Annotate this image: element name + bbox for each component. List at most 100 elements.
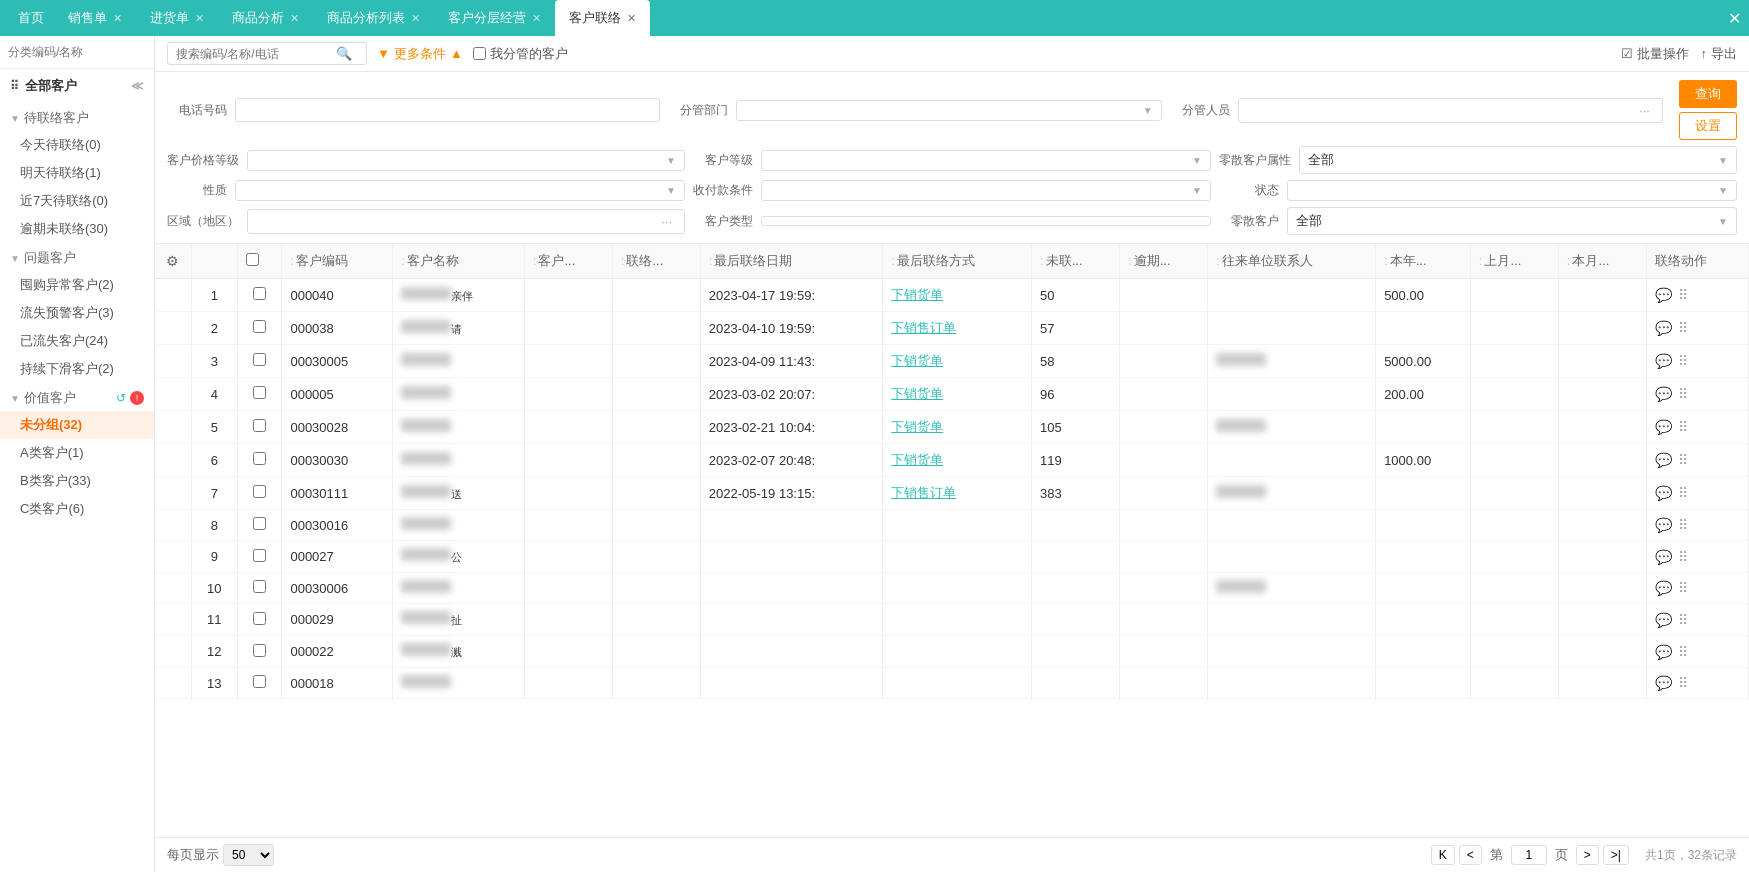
sidebar-search-box[interactable]: 🔍: [0, 36, 154, 69]
message-icon[interactable]: 💬: [1655, 419, 1672, 435]
refresh-icon[interactable]: ↺: [116, 391, 126, 405]
tab-product-list-close[interactable]: ✕: [411, 12, 420, 25]
filter-customer-type-select[interactable]: [761, 216, 1211, 226]
filter-region-ellipsis[interactable]: ···: [657, 214, 676, 229]
tab-customer-tier[interactable]: 客户分层经营 ✕: [434, 0, 555, 36]
last-method-link[interactable]: 下销货单: [891, 353, 943, 368]
last-method-link[interactable]: 下销售订单: [891, 320, 956, 335]
qr-icon[interactable]: ⠿: [1678, 287, 1688, 303]
sidebar-item-churn-warning[interactable]: 流失预警客户(3): [0, 299, 154, 327]
filter-price-level-select[interactable]: ▼: [247, 150, 685, 171]
filter-phone-input[interactable]: [235, 98, 660, 122]
row-checkbox[interactable]: [253, 386, 266, 399]
message-icon[interactable]: 💬: [1655, 386, 1672, 402]
next-page-btn[interactable]: >: [1576, 845, 1599, 865]
th-settings[interactable]: ⚙: [155, 244, 191, 279]
my-customers-filter[interactable]: 我分管的客户: [473, 45, 568, 63]
select-all-checkbox[interactable]: [246, 253, 259, 266]
section-value-customers[interactable]: ▼ 价值客户 ↺ !: [0, 383, 154, 411]
tab-product-list[interactable]: 商品分析列表 ✕: [313, 0, 434, 36]
td-checkbox[interactable]: [238, 510, 282, 541]
row-checkbox[interactable]: [253, 287, 266, 300]
row-checkbox[interactable]: [253, 675, 266, 688]
sidebar-item-abnormal[interactable]: 囤购异常客户(2): [0, 271, 154, 299]
row-checkbox[interactable]: [253, 452, 266, 465]
qr-icon[interactable]: ⠿: [1678, 320, 1688, 336]
message-icon[interactable]: 💬: [1655, 644, 1672, 660]
td-checkbox[interactable]: [238, 312, 282, 345]
row-checkbox[interactable]: [253, 549, 266, 562]
qr-icon[interactable]: ⠿: [1678, 517, 1688, 533]
tab-home[interactable]: 首页: [8, 0, 54, 36]
filter-payment-select[interactable]: ▼: [761, 180, 1211, 201]
qr-icon[interactable]: ⠿: [1678, 353, 1688, 369]
qr-icon[interactable]: ⠿: [1678, 675, 1688, 691]
sidebar-item-class-c[interactable]: C类客户(6): [0, 495, 154, 523]
row-checkbox[interactable]: [253, 644, 266, 657]
td-checkbox[interactable]: [238, 668, 282, 699]
last-method-link[interactable]: 下销货单: [891, 386, 943, 401]
last-method-link[interactable]: 下销货单: [891, 419, 943, 434]
my-customers-checkbox[interactable]: [473, 47, 486, 60]
sidebar-item-declining[interactable]: 持续下滑客户(2): [0, 355, 154, 383]
last-method-link[interactable]: 下销货单: [891, 287, 943, 302]
last-method-link[interactable]: 下销售订单: [891, 485, 956, 500]
row-checkbox[interactable]: [253, 612, 266, 625]
qr-icon[interactable]: ⠿: [1678, 419, 1688, 435]
row-checkbox[interactable]: [253, 320, 266, 333]
tab-product-analysis[interactable]: 商品分析 ✕: [218, 0, 313, 36]
td-checkbox[interactable]: [238, 411, 282, 444]
message-icon[interactable]: 💬: [1655, 353, 1672, 369]
sidebar-item-unclassified[interactable]: 未分组(32): [0, 411, 154, 439]
tab-customer-tier-close[interactable]: ✕: [532, 12, 541, 25]
sidebar-item-overdue[interactable]: 逾期未联络(30): [0, 215, 154, 243]
page-size-select-input[interactable]: 50 100 200: [223, 844, 274, 866]
filter-region-select[interactable]: ···: [247, 209, 685, 234]
qr-icon[interactable]: ⠿: [1678, 386, 1688, 402]
sidebar-all-customers[interactable]: ⠿ 全部客户 ≪: [0, 69, 154, 103]
sidebar-item-today[interactable]: 今天待联络(0): [0, 131, 154, 159]
section-problem-customers[interactable]: ▼ 问题客户: [0, 243, 154, 271]
qr-icon[interactable]: ⠿: [1678, 612, 1688, 628]
td-checkbox[interactable]: [238, 444, 282, 477]
message-icon[interactable]: 💬: [1655, 517, 1672, 533]
sidebar-item-class-a[interactable]: A类客户(1): [0, 439, 154, 467]
prev-page-btn[interactable]: <: [1459, 845, 1482, 865]
filter-status-select[interactable]: ▼: [1287, 180, 1737, 201]
query-button[interactable]: 查询: [1679, 80, 1737, 108]
tab-sales[interactable]: 销售单 ✕: [54, 0, 136, 36]
filter-dept-select[interactable]: ▼: [736, 100, 1161, 121]
qr-icon[interactable]: ⠿: [1678, 549, 1688, 565]
qr-icon[interactable]: ⠿: [1678, 644, 1688, 660]
qr-icon[interactable]: ⠿: [1678, 485, 1688, 501]
message-icon[interactable]: 💬: [1655, 580, 1672, 596]
search-box[interactable]: 🔍: [167, 42, 367, 65]
bulk-ops-btn[interactable]: ☑ 批量操作: [1621, 45, 1689, 63]
message-icon[interactable]: 💬: [1655, 675, 1672, 691]
main-search-input[interactable]: [176, 47, 336, 61]
filter-gender-select[interactable]: ▼: [235, 180, 685, 201]
filter-staff-select[interactable]: ···: [1238, 98, 1663, 123]
export-btn[interactable]: ↑ 导出: [1701, 45, 1738, 63]
td-checkbox[interactable]: [238, 573, 282, 604]
td-checkbox[interactable]: [238, 378, 282, 411]
message-icon[interactable]: 💬: [1655, 612, 1672, 628]
td-checkbox[interactable]: [238, 345, 282, 378]
message-icon[interactable]: 💬: [1655, 485, 1672, 501]
last-page-btn[interactable]: >|: [1603, 845, 1629, 865]
message-icon[interactable]: 💬: [1655, 320, 1672, 336]
message-icon[interactable]: 💬: [1655, 287, 1672, 303]
sidebar-item-class-b[interactable]: B类客户(33): [0, 467, 154, 495]
sidebar-item-7days[interactable]: 近7天待联络(0): [0, 187, 154, 215]
tab-purchase-close[interactable]: ✕: [195, 12, 204, 25]
tab-sales-close[interactable]: ✕: [113, 12, 122, 25]
sidebar-collapse-icon[interactable]: ≪: [131, 79, 144, 93]
row-checkbox[interactable]: [253, 485, 266, 498]
tab-product-analysis-close[interactable]: ✕: [290, 12, 299, 25]
window-close-button[interactable]: ✕: [1728, 9, 1741, 28]
page-number-input[interactable]: [1511, 845, 1547, 865]
first-page-btn[interactable]: K: [1431, 845, 1455, 865]
message-icon[interactable]: 💬: [1655, 452, 1672, 468]
row-checkbox[interactable]: [253, 517, 266, 530]
message-icon[interactable]: 💬: [1655, 549, 1672, 565]
